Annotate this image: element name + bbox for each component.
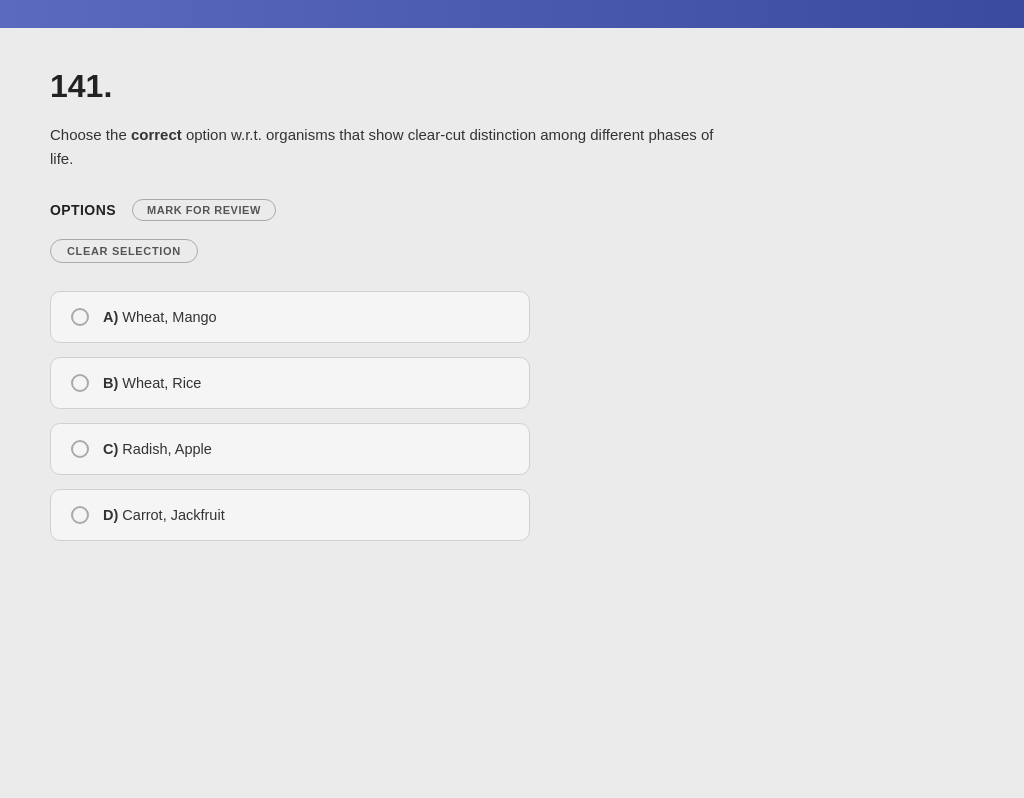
option-text-d: D) Carrot, Jackfruit	[103, 507, 225, 523]
top-bar	[0, 0, 1024, 28]
question-number: 141.	[50, 68, 974, 105]
option-item-a[interactable]: A) Wheat, Mango	[50, 291, 530, 343]
radio-c	[71, 440, 89, 458]
option-text-a: A) Wheat, Mango	[103, 309, 217, 325]
content-area: 141. Choose the correct option w.r.t. or…	[0, 28, 1024, 798]
option-item-b[interactable]: B) Wheat, Rice	[50, 357, 530, 409]
question-text-part1: Choose the	[50, 126, 131, 143]
answer-options: A) Wheat, Mango B) Wheat, Rice C) Radish, …	[50, 291, 530, 541]
radio-a	[71, 308, 89, 326]
option-item-d[interactable]: D) Carrot, Jackfruit	[50, 489, 530, 541]
radio-b	[71, 374, 89, 392]
question-text-bold: correct	[131, 126, 182, 143]
option-item-c[interactable]: C) Radish, Apple	[50, 423, 530, 475]
question-text: Choose the correct option w.r.t. organis…	[50, 123, 730, 171]
option-text-c: C) Radish, Apple	[103, 441, 212, 457]
clear-selection-button[interactable]: CLEAR SELECTION	[50, 239, 198, 263]
mark-for-review-button[interactable]: MARK FOR REVIEW	[132, 199, 276, 221]
radio-d	[71, 506, 89, 524]
options-label: OPTIONS	[50, 202, 116, 218]
option-text-b: B) Wheat, Rice	[103, 375, 201, 391]
options-row: OPTIONS MARK FOR REVIEW	[50, 199, 974, 221]
